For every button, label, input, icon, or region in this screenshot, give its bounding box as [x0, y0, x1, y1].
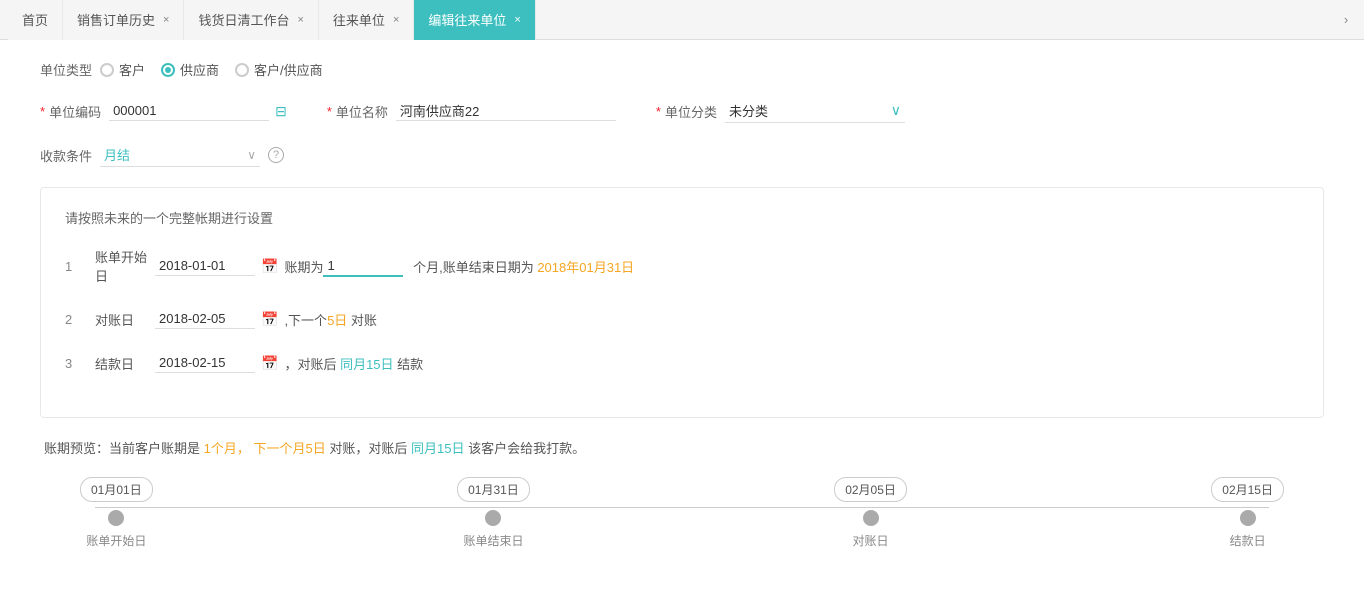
unit-category-label: 单位分类	[665, 102, 717, 121]
settlement-suffix: 结款	[397, 357, 423, 372]
timeline-point-3: 02月05日 对账日	[834, 477, 907, 549]
unit-type-radio-group: 客户 供应商 客户/供应商	[100, 60, 323, 79]
tl-dot-1	[108, 510, 124, 526]
tabs-bar: 首页 销售订单历史 × 钱货日清工作台 × 往来单位 × 编辑往来单位 × ›	[0, 0, 1364, 40]
preview-part2: 下一个月5日	[254, 441, 326, 456]
timeline-point-4: 02月15日 结款日	[1211, 477, 1284, 549]
preview-part4: 同月15日	[411, 441, 464, 456]
reconcile-date-input[interactable]	[155, 309, 255, 329]
unit-category-group: * 单位分类 未分类 ∨	[656, 99, 905, 123]
row-type-2: 对账日	[95, 310, 155, 329]
period-label: 账期为	[284, 257, 323, 276]
reconcile-desc: ,下一个5日 对账	[284, 310, 377, 329]
payment-terms-select[interactable]: 月结 ∨	[100, 143, 260, 167]
tl-dot-4	[1240, 510, 1256, 526]
tl-label-4: 结款日	[1230, 532, 1266, 549]
tl-badge-2: 01月31日	[457, 477, 530, 502]
radio-supplier-circle	[161, 63, 175, 77]
tl-label-1: 账单开始日	[86, 532, 146, 549]
payment-terms-row: 收款条件 月结 ∨ ?	[40, 143, 1324, 167]
timeline-points: 01月01日 账单开始日 01月31日 账单结束日 02月05日 对账日	[80, 477, 1284, 549]
radio-customer-supplier[interactable]: 客户/供应商	[235, 60, 323, 79]
page-content: 单位类型 客户 供应商 客户/供应商 * 单位编码 ⊟ * 单位名称	[0, 40, 1364, 608]
end-date-highlight: 2018年01月31日	[537, 257, 634, 276]
radio-customer-supplier-circle	[235, 63, 249, 77]
help-icon[interactable]: ?	[268, 147, 284, 163]
tab-cash-work-close[interactable]: ×	[297, 14, 303, 26]
row-type-1: 账单开始日	[95, 247, 155, 285]
unit-code-label: 单位编码	[49, 102, 101, 121]
unit-name-input[interactable]	[396, 101, 616, 121]
tab-partner-units-close[interactable]: ×	[393, 14, 399, 26]
settings-section: 请按照未来的一个完整帐期进行设置 1 账单开始日 📅 账期为 个月,账单结束日期…	[40, 187, 1324, 418]
row-num-3: 3	[65, 356, 85, 371]
chevron-down-icon: ∨	[891, 102, 901, 119]
period-unit-text: 个月,账单结束日期为	[409, 257, 537, 276]
unit-category-select[interactable]: 未分类 ∨	[725, 99, 905, 123]
start-date-input[interactable]	[155, 256, 255, 276]
timeline-point-2: 01月31日 账单结束日	[457, 477, 530, 549]
tl-label-2: 账单结束日	[463, 532, 523, 549]
start-date-calendar-icon[interactable]: 📅	[261, 258, 278, 275]
unit-info-row: * 单位编码 ⊟ * 单位名称 * 单位分类 未分类 ∨	[40, 99, 1324, 123]
tl-dot-2	[485, 510, 501, 526]
preview-part1: 1个月，	[204, 441, 250, 456]
setting-row-1: 1 账单开始日 📅 账期为 个月,账单结束日期为 2018年01月31日	[65, 247, 1299, 285]
tab-sales-history-close[interactable]: ×	[163, 14, 169, 26]
row-type-3: 结款日	[95, 354, 155, 373]
row-num-1: 1	[65, 259, 85, 274]
settlement-desc: ，对账后 同月15日 结款	[284, 354, 423, 373]
radio-customer[interactable]: 客户	[100, 60, 145, 79]
tab-home[interactable]: 首页	[8, 0, 63, 40]
unit-code-input[interactable]	[109, 101, 269, 121]
setting-row-3: 3 结款日 📅 ，对账后 同月15日 结款	[65, 353, 1299, 373]
unit-category-value: 未分类	[729, 101, 891, 120]
tl-badge-3: 02月05日	[834, 477, 907, 502]
tab-partner-units[interactable]: 往来单位 ×	[319, 0, 414, 40]
unit-type-label: 单位类型	[40, 60, 92, 79]
reconcile-day-highlight: 5日	[327, 313, 347, 328]
timeline-point-1: 01月01日 账单开始日	[80, 477, 153, 549]
tab-cash-work[interactable]: 钱货日清工作台 ×	[184, 0, 318, 40]
unit-name-label: 单位名称	[336, 102, 388, 121]
tl-label-3: 对账日	[853, 532, 889, 549]
copy-icon[interactable]: ⊟	[275, 103, 287, 120]
tab-edit-partner[interactable]: 编辑往来单位 ×	[414, 0, 535, 40]
tabs-nav-arrow[interactable]: ›	[1336, 12, 1356, 27]
radio-supplier[interactable]: 供应商	[161, 60, 219, 79]
reconcile-suffix: 对账	[351, 313, 377, 328]
radio-customer-circle	[100, 63, 114, 77]
section-description: 请按照未来的一个完整帐期进行设置	[65, 208, 1299, 227]
settlement-day-highlight: 同月15日	[340, 357, 393, 372]
tl-badge-4: 02月15日	[1211, 477, 1284, 502]
setting-row-2: 2 对账日 📅 ,下一个5日 对账	[65, 309, 1299, 329]
preview-text: 账期预览：当前客户账期是 1个月， 下一个月5日 对账，对账后 同月15日 该客…	[40, 438, 1324, 457]
select-arrow-icon: ∨	[247, 148, 256, 162]
unit-type-row: 单位类型 客户 供应商 客户/供应商	[40, 60, 1324, 79]
row-num-2: 2	[65, 312, 85, 327]
period-input[interactable]	[323, 256, 403, 277]
tab-edit-partner-close[interactable]: ×	[514, 14, 520, 26]
settlement-date-calendar-icon[interactable]: 📅	[261, 355, 278, 372]
unit-name-group: * 单位名称	[327, 101, 616, 121]
unit-code-group: * 单位编码 ⊟	[40, 101, 287, 121]
settlement-date-input[interactable]	[155, 353, 255, 373]
timeline: 01月01日 账单开始日 01月31日 账单结束日 02月05日 对账日	[40, 477, 1324, 549]
reconcile-date-calendar-icon[interactable]: 📅	[261, 311, 278, 328]
payment-terms-value: 月结	[104, 145, 241, 164]
tl-dot-3	[863, 510, 879, 526]
tl-badge-1: 01月01日	[80, 477, 153, 502]
preview-part3: 对账，对账后	[329, 441, 407, 456]
preview-part5: 该客户会给我打款。	[468, 441, 585, 456]
tab-sales-history[interactable]: 销售订单历史 ×	[63, 0, 184, 40]
payment-terms-label: 收款条件	[40, 146, 92, 165]
